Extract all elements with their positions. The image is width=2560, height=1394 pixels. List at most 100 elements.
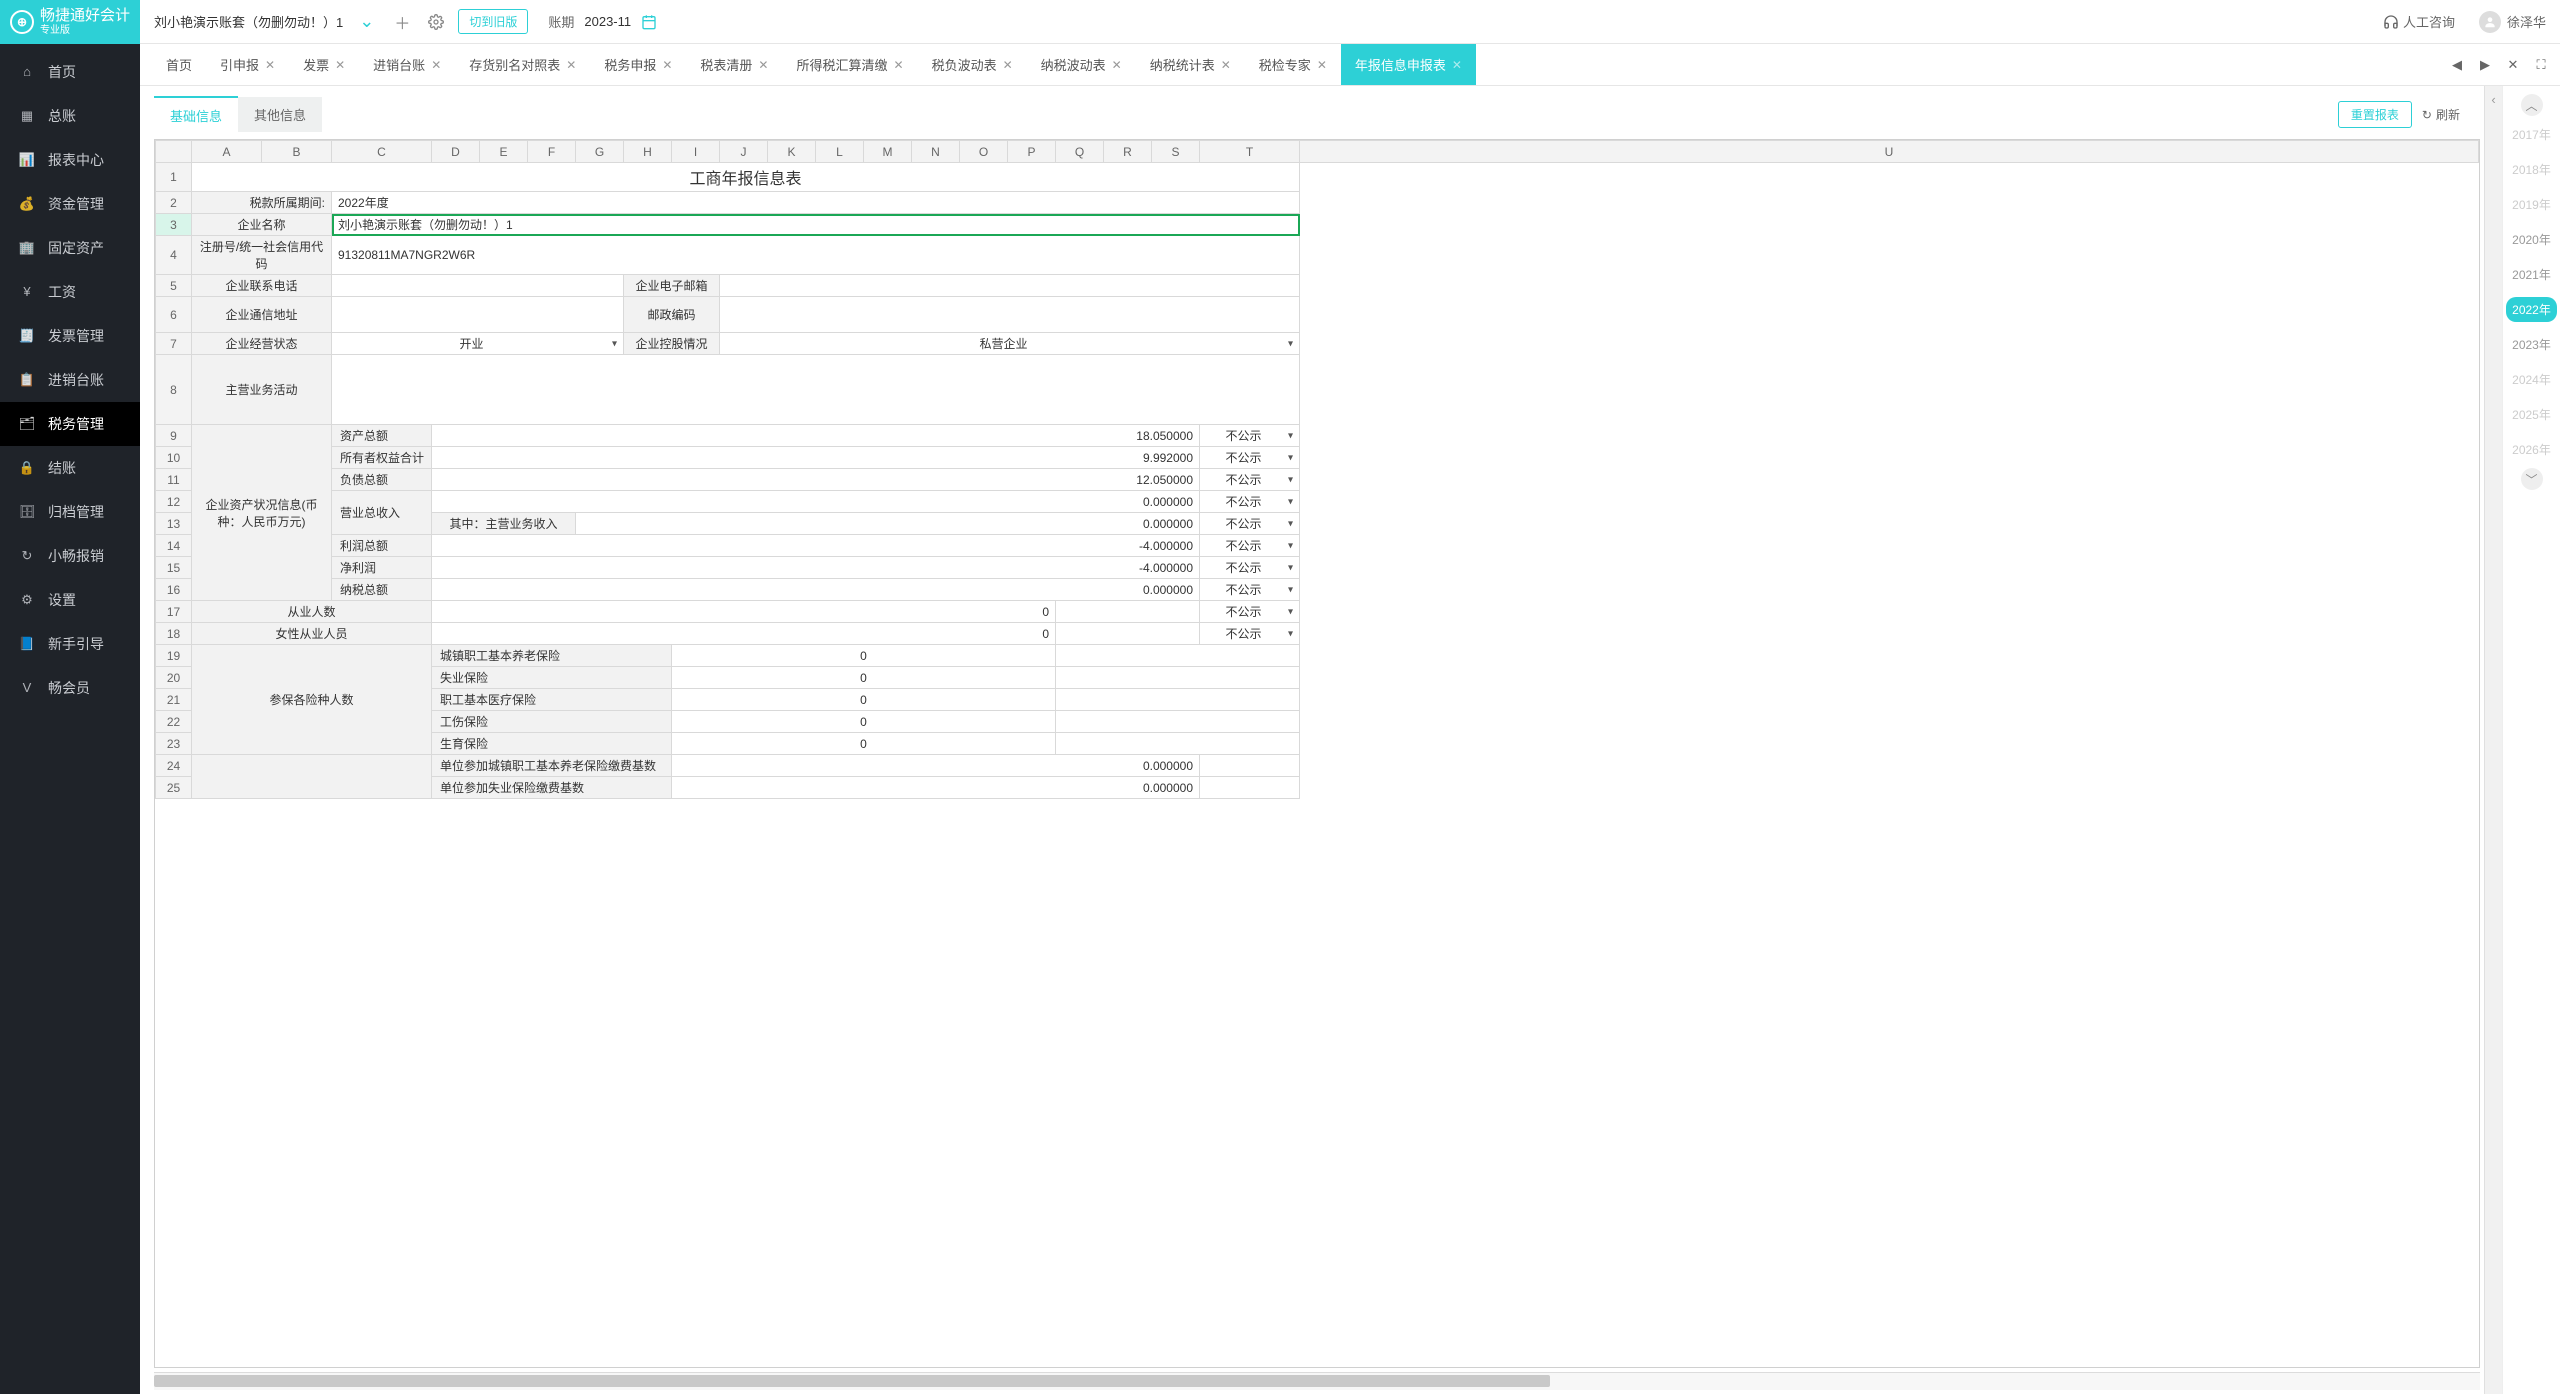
col-header-R[interactable]: R xyxy=(1104,141,1152,163)
col-header-L[interactable]: L xyxy=(816,141,864,163)
row-header[interactable]: 10 xyxy=(156,447,192,469)
horizontal-scrollbar[interactable] xyxy=(154,1372,2480,1390)
row-header[interactable]: 12 xyxy=(156,491,192,513)
tab-close-icon[interactable]: ✕ xyxy=(894,58,904,72)
tab-2[interactable]: 发票✕ xyxy=(289,44,359,85)
cell[interactable]: 0.000000 xyxy=(672,755,1200,777)
row-header[interactable]: 9 xyxy=(156,425,192,447)
row-header[interactable]: 14 xyxy=(156,535,192,557)
col-header-D[interactable]: D xyxy=(432,141,480,163)
row-header[interactable]: 5 xyxy=(156,275,192,297)
sidebar-item-9[interactable]: 🔒结账 xyxy=(0,446,140,490)
subtab-other[interactable]: 其他信息 xyxy=(238,97,322,132)
row-header[interactable]: 22 xyxy=(156,711,192,733)
col-header-J[interactable]: J xyxy=(720,141,768,163)
col-header-I[interactable]: I xyxy=(672,141,720,163)
cell[interactable]: 不公示 xyxy=(1200,469,1300,491)
fin-value[interactable]: 18.050000 xyxy=(432,425,1200,447)
addr-value[interactable] xyxy=(332,297,624,333)
row-header[interactable]: 17 xyxy=(156,601,192,623)
cell[interactable]: 0.000000 xyxy=(432,579,1200,601)
row-header[interactable]: 16 xyxy=(156,579,192,601)
sidebar-item-1[interactable]: ▦总账 xyxy=(0,94,140,138)
sidebar-item-14[interactable]: V畅会员 xyxy=(0,666,140,710)
col-header-N[interactable]: N xyxy=(912,141,960,163)
spreadsheet[interactable]: ABCDEFGHIJKLMNOPQRSTU 1工商年报信息表2税款所属期间:20… xyxy=(154,139,2480,1368)
corner-cell[interactable] xyxy=(156,141,192,163)
tab-close-icon[interactable]: ✕ xyxy=(265,58,275,72)
year-2019年[interactable]: 2019年 xyxy=(2506,192,2557,217)
sidebar-item-4[interactable]: 🏢固定资产 xyxy=(0,226,140,270)
cell[interactable]: 0 xyxy=(672,667,1056,689)
col-header-F[interactable]: F xyxy=(528,141,576,163)
tabs-fullscreen-icon[interactable]: ⛶ xyxy=(2528,52,2554,78)
sidebar-item-11[interactable]: ↻小畅报销 xyxy=(0,534,140,578)
tab-8[interactable]: 税负波动表✕ xyxy=(918,44,1027,85)
holding-dropdown[interactable]: 私营企业 xyxy=(720,333,1300,355)
email-value[interactable] xyxy=(720,275,1300,297)
tab-6[interactable]: 税表清册✕ xyxy=(686,44,782,85)
cell[interactable]: 不公示 xyxy=(1200,557,1300,579)
row-header[interactable]: 20 xyxy=(156,667,192,689)
col-header-C[interactable]: C xyxy=(332,141,432,163)
cell[interactable]: 不公示 xyxy=(1200,491,1300,513)
tab-3[interactable]: 进销台账✕ xyxy=(359,44,455,85)
sidebar-item-6[interactable]: 🧾发票管理 xyxy=(0,314,140,358)
col-header-Q[interactable]: Q xyxy=(1056,141,1104,163)
account-dropdown-icon[interactable]: ⌄ xyxy=(353,11,380,32)
tab-close-icon[interactable]: ✕ xyxy=(566,58,576,72)
year-2021年[interactable]: 2021年 xyxy=(2506,262,2557,287)
tab-11[interactable]: 税检专家✕ xyxy=(1245,44,1341,85)
row-header[interactable]: 11 xyxy=(156,469,192,491)
row-header[interactable]: 1 xyxy=(156,163,192,192)
blank[interactable] xyxy=(1056,601,1200,623)
row-header[interactable]: 7 xyxy=(156,333,192,355)
sidebar-item-3[interactable]: 💰资金管理 xyxy=(0,182,140,226)
subtab-basic[interactable]: 基础信息 xyxy=(154,96,238,133)
user-menu[interactable]: 徐泽华 xyxy=(2479,11,2546,33)
visibility-dropdown[interactable]: 不公示 xyxy=(1200,425,1300,447)
tabs-close-all-icon[interactable]: ✕ xyxy=(2500,52,2526,78)
cell[interactable] xyxy=(1200,777,1300,799)
col-header-S[interactable]: S xyxy=(1152,141,1200,163)
tab-close-icon[interactable]: ✕ xyxy=(1003,58,1013,72)
tabs-next-icon[interactable]: ▶ xyxy=(2472,52,2498,78)
year-2018年[interactable]: 2018年 xyxy=(2506,157,2557,182)
year-2020年[interactable]: 2020年 xyxy=(2506,227,2557,252)
year-up-icon[interactable]: ︿ xyxy=(2521,94,2543,116)
year-panel-collapse-icon[interactable]: ‹ xyxy=(2484,86,2502,1394)
period-value[interactable]: 2022年度 xyxy=(332,192,1300,214)
cell[interactable]: 0 xyxy=(432,601,1056,623)
year-down-icon[interactable]: ﹀ xyxy=(2521,468,2543,490)
status-dropdown[interactable]: 开业 xyxy=(332,333,624,355)
tab-close-icon[interactable]: ✕ xyxy=(758,58,768,72)
reg-value[interactable]: 91320811MA7NGR2W6R xyxy=(332,236,1300,275)
cell[interactable]: 不公示 xyxy=(1200,623,1300,645)
cell[interactable]: -4.000000 xyxy=(432,535,1200,557)
col-header-U[interactable]: U xyxy=(1300,141,2479,163)
tab-close-icon[interactable]: ✕ xyxy=(1452,58,1462,72)
company-value[interactable]: 刘小艳演示账套（勿删勿动！）1 xyxy=(332,214,1300,236)
tab-close-icon[interactable]: ✕ xyxy=(662,58,672,72)
tab-10[interactable]: 纳税统计表✕ xyxy=(1136,44,1245,85)
sidebar-item-7[interactable]: 📋进销台账 xyxy=(0,358,140,402)
tab-5[interactable]: 税务申报✕ xyxy=(590,44,686,85)
col-header-E[interactable]: E xyxy=(480,141,528,163)
row-header[interactable]: 4 xyxy=(156,236,192,275)
row-header[interactable]: 21 xyxy=(156,689,192,711)
postcode-value[interactable] xyxy=(720,297,1300,333)
row-header[interactable]: 15 xyxy=(156,557,192,579)
row-header[interactable]: 19 xyxy=(156,645,192,667)
cell[interactable]: 0.000000 xyxy=(576,513,1200,535)
tabs-prev-icon[interactable]: ◀ xyxy=(2444,52,2470,78)
cell[interactable]: -4.000000 xyxy=(432,557,1200,579)
tab-close-icon[interactable]: ✕ xyxy=(1317,58,1327,72)
mainbiz-value[interactable] xyxy=(332,355,1300,425)
sidebar-item-12[interactable]: ⚙设置 xyxy=(0,578,140,622)
cell[interactable] xyxy=(1056,623,1200,645)
row-header[interactable]: 8 xyxy=(156,355,192,425)
cell[interactable]: 12.050000 xyxy=(432,469,1200,491)
col-header-A[interactable]: A xyxy=(192,141,262,163)
tab-close-icon[interactable]: ✕ xyxy=(431,58,441,72)
cell[interactable]: 0.000000 xyxy=(672,777,1200,799)
